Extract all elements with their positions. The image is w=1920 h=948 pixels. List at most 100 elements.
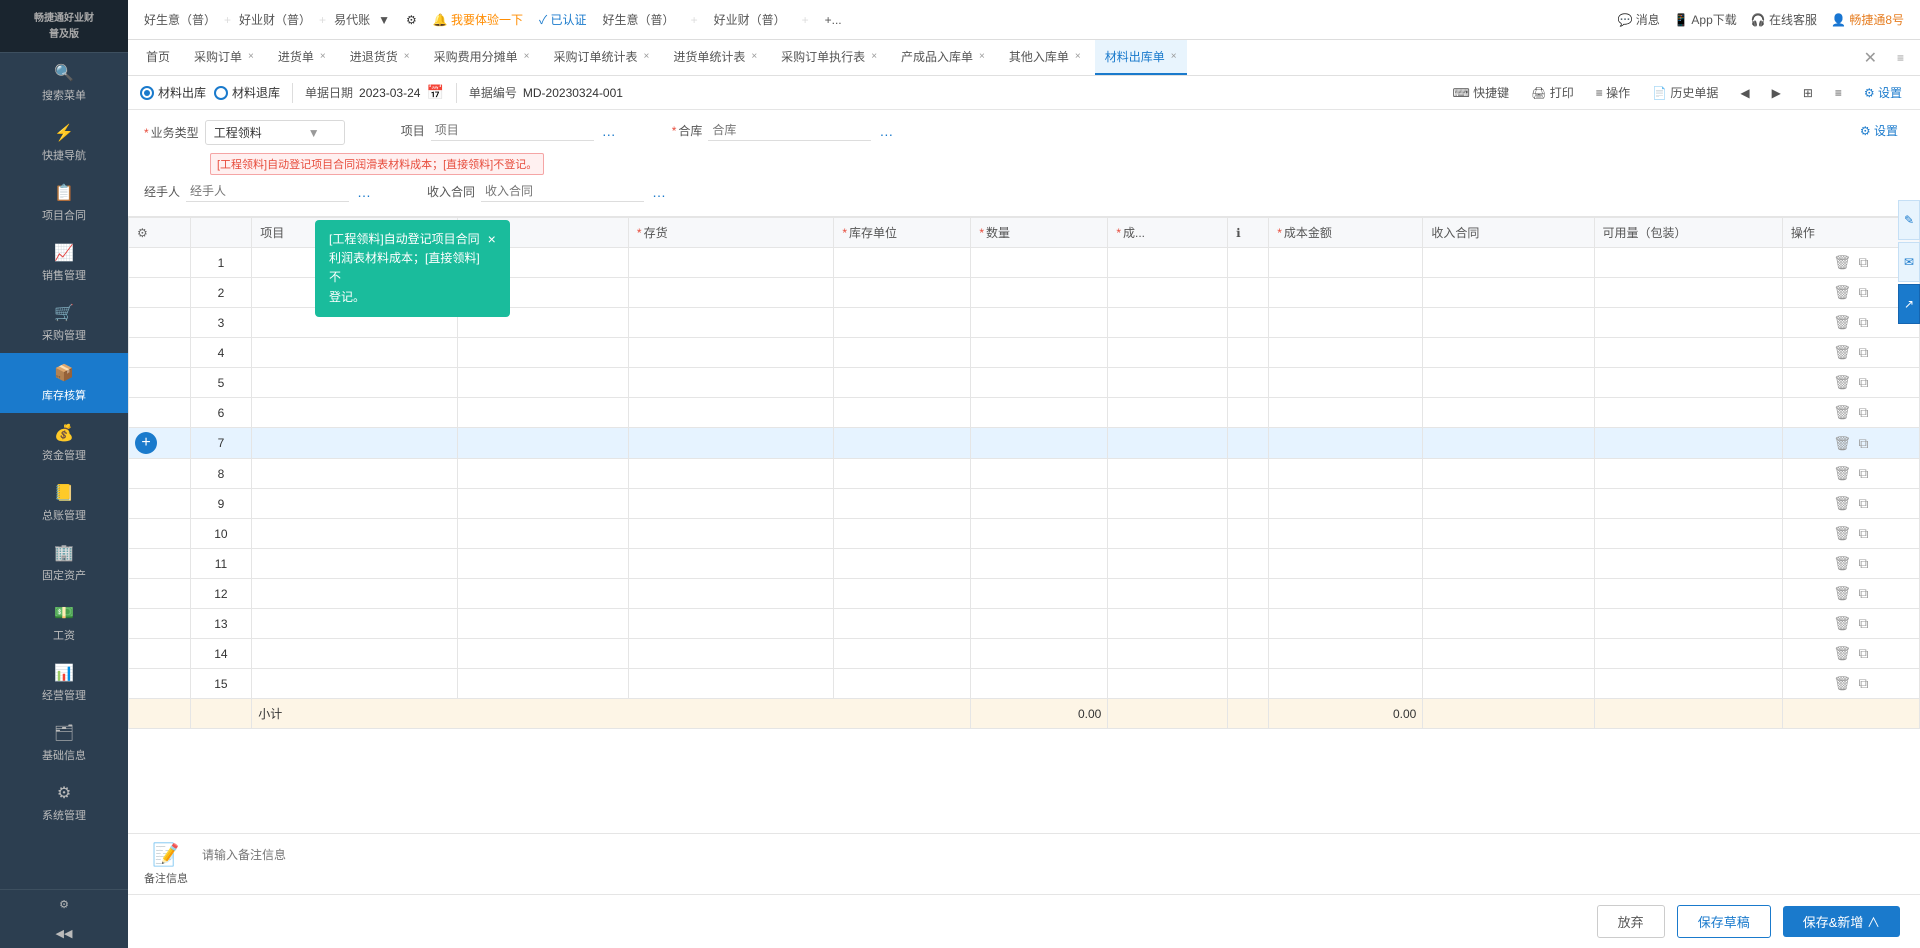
row-cost-amount-cell[interactable] (1269, 669, 1423, 699)
nav-good-biz2[interactable]: 好生意（普） (603, 11, 675, 28)
income-contract-lookup-icon[interactable]: … (652, 184, 666, 200)
tab-inbound-stats[interactable]: 进货单统计表 × (663, 40, 767, 75)
copy-row-icon[interactable]: ⧉ (1859, 615, 1869, 631)
project-input[interactable] (431, 120, 594, 141)
row-cost-amount-cell[interactable] (1269, 278, 1423, 308)
th-quantity[interactable]: *数量 (971, 218, 1108, 248)
row-cost-rate-cell[interactable] (1108, 669, 1228, 699)
row-quantity-cell[interactable] (971, 308, 1108, 338)
shortcut-btn[interactable]: ⌨ 快捷键 (1447, 82, 1516, 103)
grid-view-btn[interactable]: ⊞ (1797, 84, 1819, 102)
row-cost-amount-cell[interactable] (1269, 368, 1423, 398)
tab-finished-inbound[interactable]: 产成品入库单 × (891, 40, 995, 75)
row-unit-cell[interactable] (834, 579, 971, 609)
nav-good-biz[interactable]: 好生意（普） (144, 11, 216, 28)
row-inventory-cell[interactable] (628, 428, 833, 459)
delete-row-icon[interactable]: 🗑 (1833, 404, 1851, 420)
sidebar-item-purchase[interactable]: 🛒采购管理 (0, 293, 128, 353)
business-type-select[interactable]: 工程领料 ▼ (205, 120, 345, 145)
copy-row-icon[interactable]: ⧉ (1859, 344, 1869, 360)
tab-inbound[interactable]: 进货单 × (268, 40, 336, 75)
warehouse-input[interactable] (708, 120, 871, 141)
row-quantity-cell[interactable] (971, 519, 1108, 549)
tab-inbound-return[interactable]: 进退货货 × (340, 40, 420, 75)
row-inventory-cell[interactable] (628, 609, 833, 639)
row-warehouse-cell[interactable] (457, 519, 628, 549)
tab-material-outbound[interactable]: 材料出库单 × (1095, 40, 1187, 75)
row-income-contract-cell[interactable] (1423, 459, 1594, 489)
row-income-contract-cell[interactable] (1423, 549, 1594, 579)
discard-button[interactable]: 放弃 (1597, 905, 1665, 938)
row-project-cell[interactable] (252, 368, 457, 398)
next-btn[interactable]: ▶ (1766, 84, 1787, 102)
close-tab-purchase-order[interactable]: × (248, 51, 254, 62)
close-tab-inbound-return[interactable]: × (404, 51, 410, 62)
row-cost-rate-cell[interactable] (1108, 549, 1228, 579)
close-tab-inbound[interactable]: × (320, 51, 326, 62)
row-inventory-cell[interactable] (628, 459, 833, 489)
tooltip-close-btn[interactable]: × (488, 228, 496, 250)
sidebar-item-shortcut[interactable]: ⚡快捷导航 (0, 113, 128, 173)
row-project-cell[interactable] (252, 609, 457, 639)
close-tab-purchase-stats[interactable]: × (643, 51, 649, 62)
row-project-cell[interactable] (252, 639, 457, 669)
th-income-contract[interactable]: 收入合同 (1423, 218, 1594, 248)
row-quantity-cell[interactable] (971, 639, 1108, 669)
row-cost-rate-cell[interactable] (1108, 519, 1228, 549)
sidebar-item-finance[interactable]: 💰资金管理 (0, 413, 128, 473)
row-quantity-cell[interactable] (971, 278, 1108, 308)
row-project-cell[interactable] (252, 549, 457, 579)
copy-row-icon[interactable]: ⧉ (1859, 465, 1869, 481)
sidebar-item-ops[interactable]: 📊经营管理 (0, 653, 128, 713)
row-quantity-cell[interactable] (971, 489, 1108, 519)
copy-row-icon[interactable]: ⧉ (1859, 435, 1869, 451)
row-income-contract-cell[interactable] (1423, 248, 1594, 278)
row-quantity-cell[interactable] (971, 579, 1108, 609)
delete-row-icon[interactable]: 🗑 (1833, 314, 1851, 330)
row-unit-cell[interactable] (834, 308, 971, 338)
add-row-button[interactable]: + (135, 432, 157, 454)
row-cost-rate-cell[interactable] (1108, 459, 1228, 489)
delete-row-icon[interactable]: 🗑 (1833, 555, 1851, 571)
row-quantity-cell[interactable] (971, 398, 1108, 428)
right-tool-3[interactable]: ↗ (1898, 284, 1920, 324)
date-value[interactable]: 2023-03-24 (359, 86, 420, 100)
row-quantity-cell[interactable] (971, 459, 1108, 489)
row-income-contract-cell[interactable] (1423, 278, 1594, 308)
row-income-contract-cell[interactable] (1423, 338, 1594, 368)
row-cost-amount-cell[interactable] (1269, 248, 1423, 278)
row-warehouse-cell[interactable] (457, 398, 628, 428)
row-quantity-cell[interactable] (971, 338, 1108, 368)
calendar-icon[interactable]: 📅 (426, 84, 443, 101)
notes-input[interactable] (198, 842, 1904, 878)
close-tab-material-outbound[interactable]: × (1171, 51, 1177, 62)
row-project-input[interactable] (258, 436, 450, 450)
row-project-cell[interactable] (252, 489, 457, 519)
row-cost-amount-cell[interactable] (1269, 428, 1423, 459)
history-btn[interactable]: 📄 历史单据 (1646, 82, 1724, 103)
delete-row-icon[interactable]: 🗑 (1833, 585, 1851, 601)
delete-row-icon[interactable]: 🗑 (1833, 465, 1851, 481)
th-cost-rate[interactable]: *成... (1108, 218, 1228, 248)
th-unit[interactable]: *库存单位 (834, 218, 971, 248)
nav-more[interactable]: ▼ (378, 13, 390, 27)
row-cost-rate-cell[interactable] (1108, 368, 1228, 398)
close-tab-other-inbound[interactable]: × (1075, 51, 1081, 62)
delete-row-icon[interactable]: 🗑 (1833, 254, 1851, 270)
radio-return[interactable]: 材料退库 (214, 84, 280, 101)
sidebar-bottom-settings[interactable]: ⚙ (0, 890, 128, 919)
sidebar-item-sales[interactable]: 📈销售管理 (0, 233, 128, 293)
list-view-btn[interactable]: ≡ (1829, 84, 1848, 102)
row-warehouse-cell[interactable] (457, 459, 628, 489)
row-inventory-cell[interactable] (628, 489, 833, 519)
copy-row-icon[interactable]: ⧉ (1859, 374, 1869, 390)
row-unit-cell[interactable] (834, 549, 971, 579)
right-tool-1[interactable]: ✎ (1898, 200, 1920, 240)
row-income-contract-cell[interactable] (1423, 639, 1594, 669)
row-income-contract-cell[interactable] (1423, 669, 1594, 699)
save-new-button[interactable]: 保存&新增 ∧ (1783, 906, 1900, 937)
row-settings-cell[interactable]: + (129, 428, 191, 459)
row-quantity-cell[interactable] (971, 248, 1108, 278)
row-warehouse-cell[interactable] (457, 428, 628, 459)
row-inventory-cell[interactable] (628, 519, 833, 549)
